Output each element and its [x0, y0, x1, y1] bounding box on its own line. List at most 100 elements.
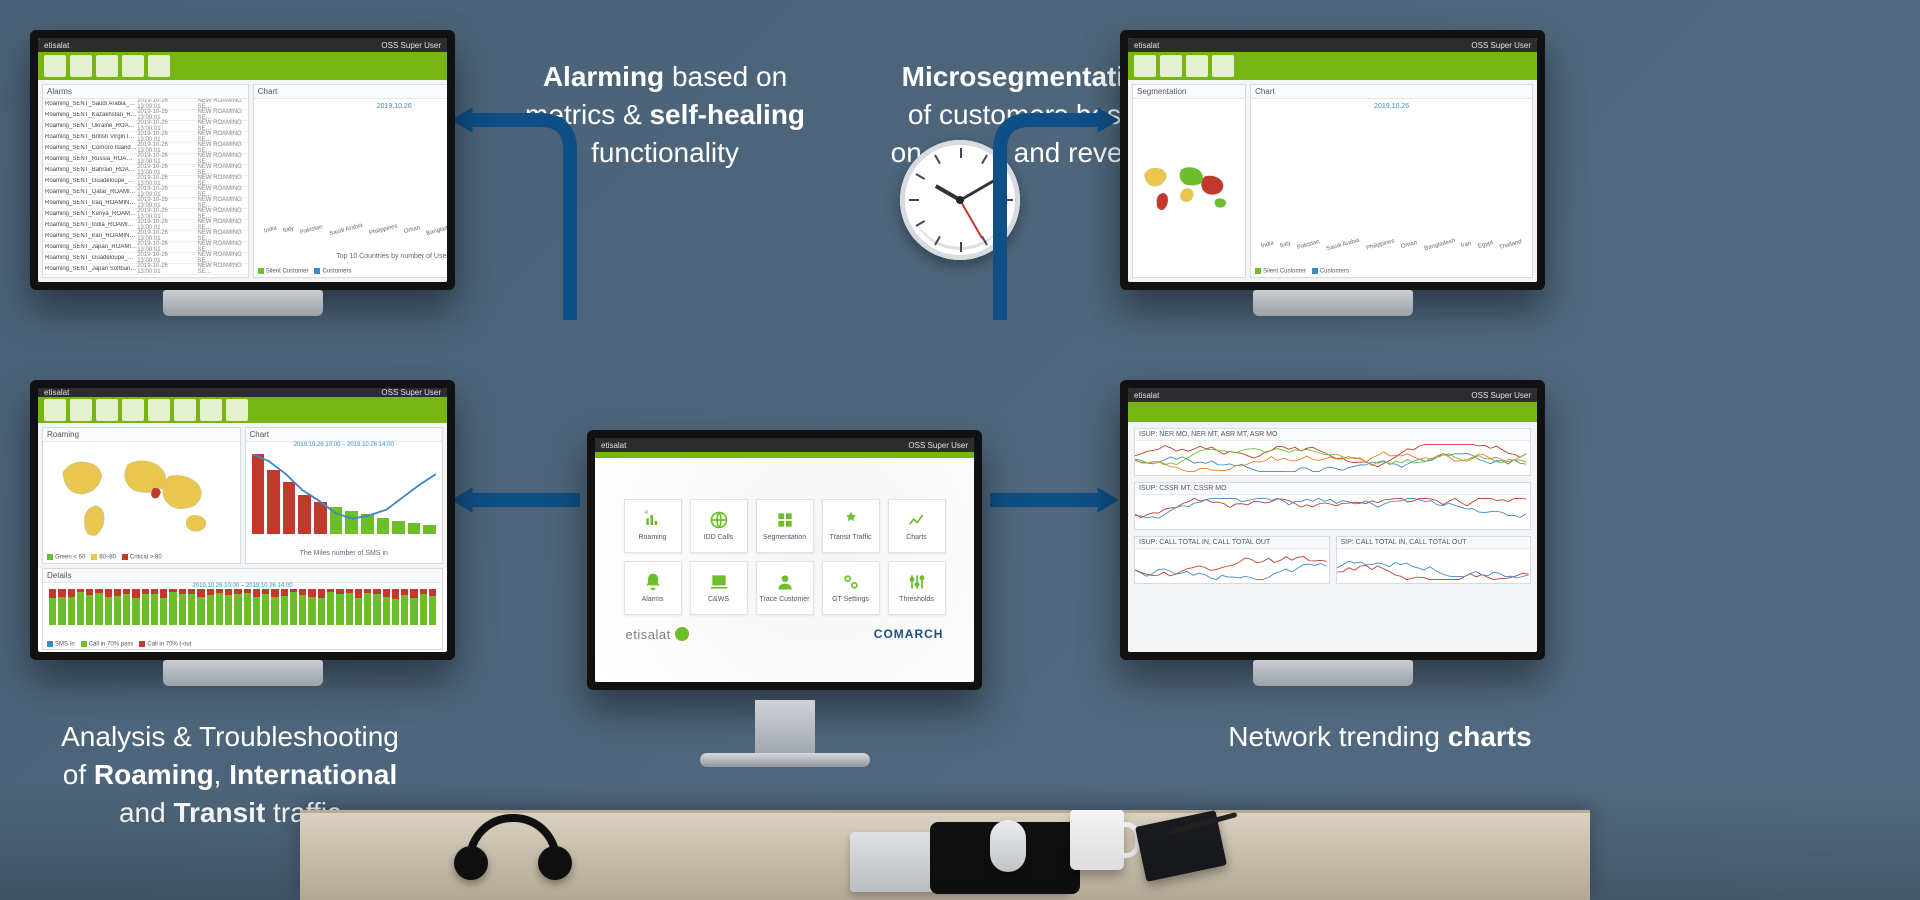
legend-item: SMS In — [47, 641, 75, 648]
map-title: Roaming — [43, 428, 240, 442]
ribbon-button[interactable] — [96, 55, 118, 77]
trace-icon — [775, 572, 795, 592]
ribbon-button[interactable] — [200, 399, 222, 421]
bar: Philippines — [1366, 240, 1395, 248]
topbar-user: OSS Super User — [908, 441, 968, 450]
map-pane: Roaming — [42, 427, 241, 564]
roaming-icon: R — [643, 510, 663, 530]
app-topbar: etisalat OSS Super User — [595, 438, 974, 452]
chart-title: Chart — [254, 85, 447, 99]
tile-label: Thresholds — [899, 596, 934, 603]
spark-title: ISUP: NER MO, NER MT, ASR MT, ASR MO — [1139, 431, 1277, 438]
bar: Pakistan — [1297, 240, 1320, 248]
stacked-bar — [95, 589, 102, 625]
thresholds-icon — [907, 572, 927, 592]
tile-alarms[interactable]: Alarms — [624, 561, 682, 615]
stacked-bar — [216, 589, 223, 625]
stacked-bar — [132, 589, 139, 625]
bar: Oman — [1401, 240, 1417, 248]
ribbon-button[interactable] — [44, 55, 66, 77]
tile-label: Charts — [906, 534, 927, 541]
alert-row[interactable]: Roaming_SENT_Japan Softbank Telecom Corp… — [43, 264, 248, 275]
ribbon-button[interactable] — [148, 55, 170, 77]
tile-charts[interactable]: Charts — [888, 499, 946, 553]
tile-label: IDD Calls — [704, 534, 734, 541]
legend-item: Green < 60 — [47, 554, 85, 561]
monitor-segmentation: etisalat OSS Super User Segmentation — [1120, 30, 1545, 290]
bar: Saudi Arabia — [1326, 240, 1360, 248]
legend-item: Silent Customer — [1255, 268, 1306, 275]
tile-label: Trace Customer — [760, 596, 810, 603]
ribbon — [38, 397, 447, 423]
stacked-bar — [429, 589, 436, 625]
bar-chart: India Italy Pakistan Saudi Arabia Philippine… — [1251, 110, 1532, 266]
stacked-bar — [169, 589, 176, 625]
svg-text:R: R — [644, 510, 648, 516]
cws-icon — [709, 572, 729, 592]
topbar-user: OSS Super User — [381, 41, 441, 50]
stacked-bar — [383, 589, 390, 625]
ribbon-button[interactable] — [174, 399, 196, 421]
tile-trace[interactable]: Trace Customer — [756, 561, 814, 615]
app-topbar: etisalat OSS Super User — [1128, 388, 1537, 402]
brand-comarch: COMARCH — [874, 627, 944, 641]
tile-roaming[interactable]: R Roaming — [624, 499, 682, 553]
ribbon-button[interactable] — [226, 399, 248, 421]
ribbon-button[interactable] — [44, 399, 66, 421]
stacked-bar — [271, 589, 278, 625]
ribbon-button[interactable] — [122, 55, 144, 77]
stacked-bar — [197, 589, 204, 625]
ribbon-button[interactable] — [122, 399, 144, 421]
bar: Bangladesh — [426, 225, 447, 233]
stacked-title: Details — [43, 569, 442, 583]
ribbon-button[interactable] — [1186, 55, 1208, 77]
bar: Saudi Arabia — [329, 225, 363, 233]
stacked-bar — [281, 589, 288, 625]
monitor-roaming: etisalat OSS Super User Roaming — [30, 380, 455, 660]
topbar-logo: etisalat — [1134, 41, 1159, 50]
transit-icon — [841, 510, 861, 530]
topbar-logo: etisalat — [601, 441, 626, 450]
stacked-bar — [336, 589, 343, 625]
chart-pane: Chart 2019.10.26 IndiaItalyPakistanSaudi… — [253, 84, 447, 278]
tile-label: Roaming — [638, 534, 666, 541]
ribbon-button[interactable] — [70, 55, 92, 77]
ribbon-button[interactable] — [1212, 55, 1234, 77]
map-pane: Segmentation — [1132, 84, 1246, 278]
alerts-pane: Alarms Roaming_SENT_Saudi Arabia_ROAMING… — [42, 84, 249, 278]
bar: Oman — [404, 225, 420, 233]
ribbon-button[interactable] — [96, 399, 118, 421]
tile-segmentation[interactable]: Segmentation — [756, 499, 814, 553]
stacked-bar — [410, 589, 417, 625]
ribbon-button[interactable] — [148, 399, 170, 421]
ribbon-button[interactable] — [1134, 55, 1156, 77]
alarms-icon — [643, 572, 663, 592]
map-title: Segmentation — [1133, 85, 1245, 99]
tile-grid: R Roaming IDD Calls SegmentationTransit Tra… — [624, 499, 946, 615]
bar: Italy — [1280, 240, 1291, 248]
tile-gt[interactable]: GT Settings — [822, 561, 880, 615]
stacked-bar — [308, 589, 315, 625]
ribbon-button[interactable] — [1160, 55, 1182, 77]
segmentation-icon — [775, 510, 795, 530]
legend-item: Customers — [1312, 268, 1349, 275]
stacked-bar — [392, 589, 399, 625]
chart-legend: Silent Customer Customers — [254, 266, 447, 277]
stacked-bar — [179, 589, 186, 625]
tile-idd-calls[interactable]: IDD Calls — [690, 499, 748, 553]
stacked-bar — [77, 589, 84, 625]
bar: Philippines — [369, 225, 398, 233]
topbar-user: OSS Super User — [1471, 41, 1531, 50]
tile-cws[interactable]: C&WS — [690, 561, 748, 615]
tile-transit[interactable]: Transit Traffic — [822, 499, 880, 553]
stacked-chart — [43, 589, 442, 639]
topbar-logo: etisalat — [44, 388, 69, 397]
stacked-bar — [123, 589, 130, 625]
stacked-bar — [327, 589, 334, 625]
stacked-bar — [114, 589, 121, 625]
stacked-bar — [290, 589, 297, 625]
tile-label: GT Settings — [832, 596, 869, 603]
tile-thresholds[interactable]: Thresholds — [888, 561, 946, 615]
ribbon-button[interactable] — [70, 399, 92, 421]
bar: India — [1261, 240, 1274, 248]
